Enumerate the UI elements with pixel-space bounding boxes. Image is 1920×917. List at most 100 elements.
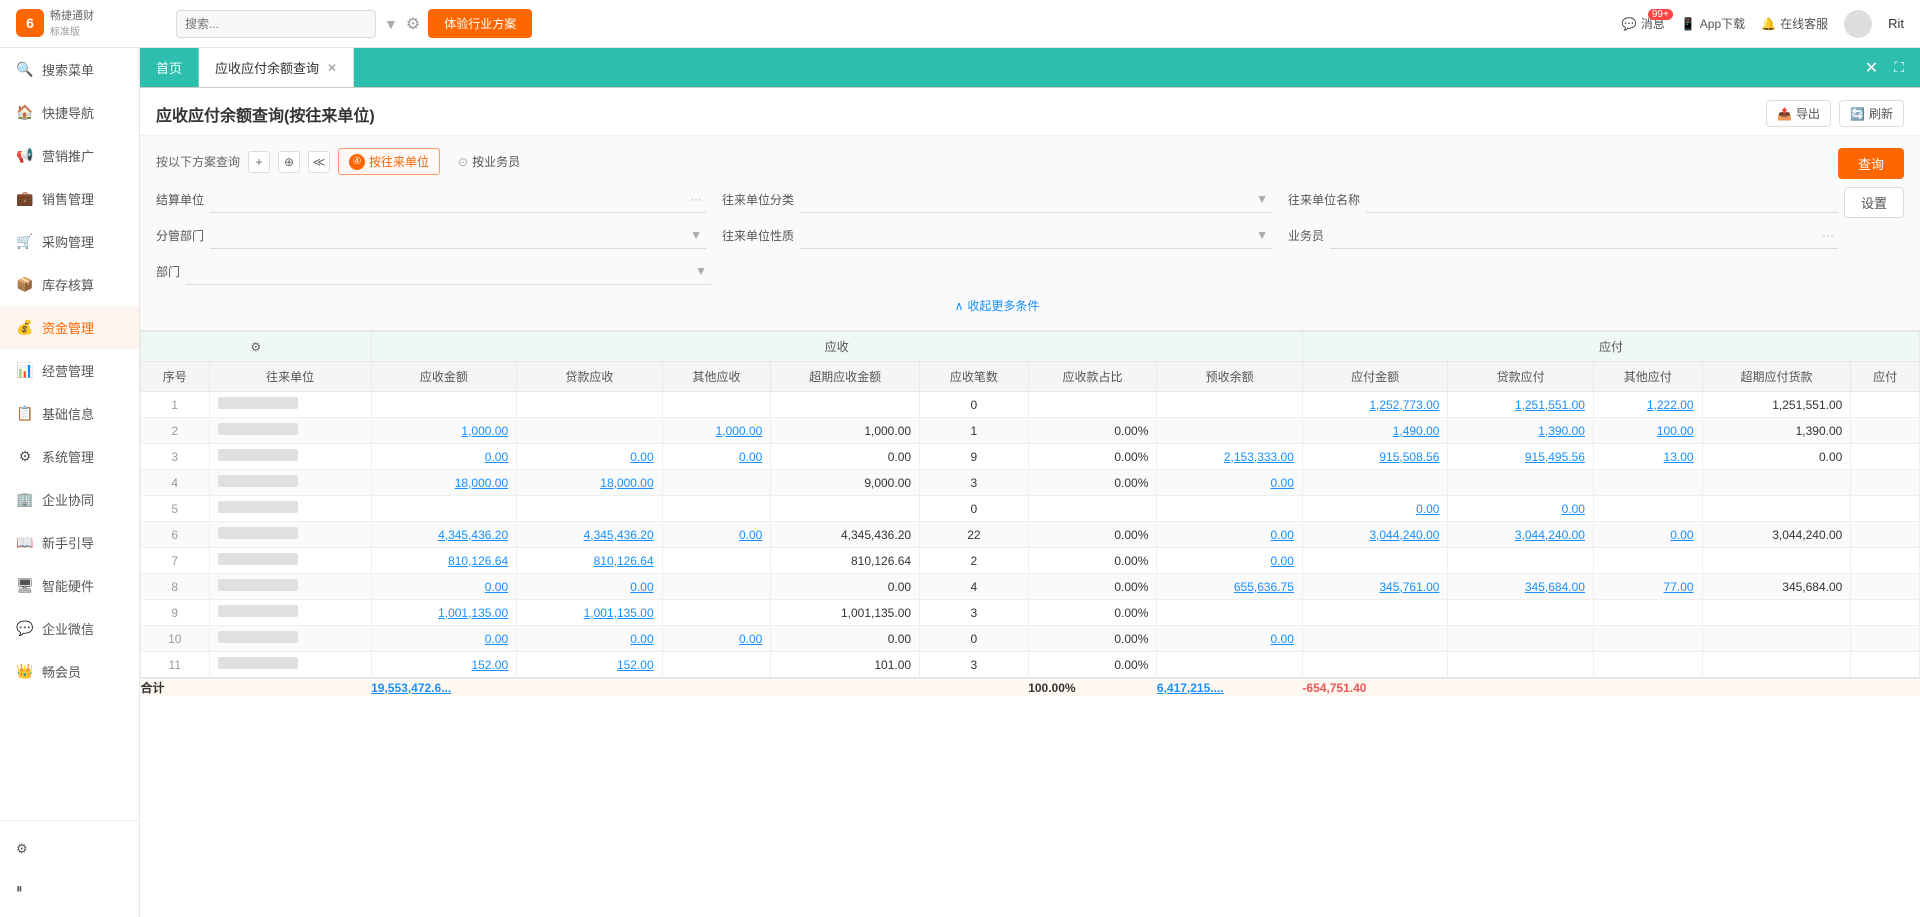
sidebar-item-system[interactable]: ⚙ 系统管理 <box>0 435 139 478</box>
filter-scheme-salesman[interactable]: ⊙ 按业务员 <box>448 149 530 174</box>
cell-value[interactable]: 0.00 <box>1271 554 1294 568</box>
cell-value[interactable]: 915,495.56 <box>1525 450 1585 464</box>
partner-category-input-wrapper[interactable]: ▼ <box>800 185 1272 213</box>
cell-value[interactable]: 2,153,333.00 <box>1224 450 1294 464</box>
dropdown-icon[interactable]: ▼ <box>384 16 398 32</box>
cell-value[interactable]: 915,508.56 <box>1379 450 1439 464</box>
cell-value[interactable]: 3,044,240.00 <box>1515 528 1585 542</box>
add-filter-button[interactable]: + <box>248 151 270 173</box>
cell-value[interactable]: 0.00 <box>485 450 508 464</box>
refresh-button[interactable]: 🔄 刷新 <box>1839 100 1904 127</box>
sidebar-item-member[interactable]: 👑 畅会员 <box>0 650 139 693</box>
filter-collapse-button[interactable]: ≪ <box>308 151 330 173</box>
cell-value[interactable]: 0.00 <box>1271 476 1294 490</box>
sidebar-item-hardware[interactable]: 🖥 智能硬件 <box>0 564 139 607</box>
dept-dropdown-icon[interactable]: ▼ <box>691 264 711 278</box>
sidebar-bottom-settings[interactable]: ⚙ <box>0 829 139 869</box>
sidebar-item-guide[interactable]: 📖 新手引导 <box>0 521 139 564</box>
cell-value[interactable]: 152.00 <box>617 658 654 672</box>
message-area[interactable]: 💬 消息 99+ <box>1622 15 1665 32</box>
cell-value[interactable]: 0.00 <box>630 632 653 646</box>
sidebar-item-search-menu[interactable]: 🔍 搜索菜单 <box>0 48 139 91</box>
dept-manager-dropdown-icon[interactable]: ▼ <box>686 228 706 242</box>
cell-value[interactable]: 77.00 <box>1664 580 1694 594</box>
tab-araps[interactable]: 应收应付余额查询 ✕ <box>199 48 354 87</box>
cell-value[interactable]: 0.00 <box>485 632 508 646</box>
partner-nature-input[interactable] <box>800 221 1252 249</box>
window-expand-icon[interactable]: ⛶ <box>1886 59 1912 76</box>
partner-nature-input-wrapper[interactable]: ▼ <box>800 221 1272 249</box>
sidebar-item-operation[interactable]: 📊 经营管理 <box>0 349 139 392</box>
filter-scheme-partner[interactable]: ④ 按往来单位 <box>338 148 440 175</box>
cell-value[interactable]: 18,000.00 <box>455 476 508 490</box>
online-service-area[interactable]: 🔔 在线客服 <box>1761 15 1828 32</box>
partner-category-dropdown-icon[interactable]: ▼ <box>1252 192 1272 206</box>
cell-value[interactable]: 1,001,135.00 <box>584 606 654 620</box>
cell-value[interactable]: 0.00 <box>1271 632 1294 646</box>
tab-home[interactable]: 首页 <box>140 48 199 87</box>
cell-value[interactable]: 13.00 <box>1664 450 1694 464</box>
cell-value[interactable]: 0.00 <box>1271 528 1294 542</box>
cell-value[interactable]: 1,390.00 <box>1538 424 1585 438</box>
app-download-area[interactable]: 📱 App下载 <box>1681 15 1745 32</box>
cell-value[interactable]: 0.00 <box>1670 528 1693 542</box>
footer-ar-amount[interactable]: 19,553,472.6... <box>371 678 517 696</box>
cell-value[interactable]: 0.00 <box>1562 502 1585 516</box>
sidebar-item-wechat[interactable]: 💬 企业微信 <box>0 607 139 650</box>
dept-input-wrapper[interactable]: ▼ <box>186 257 711 285</box>
sidebar-item-inventory[interactable]: 📦 库存核算 <box>0 263 139 306</box>
partner-category-input[interactable] <box>800 185 1252 213</box>
export-button[interactable]: 📤 导出 <box>1766 100 1831 127</box>
salesman-input-wrapper[interactable]: ··· <box>1330 221 1838 249</box>
cell-value[interactable]: 810,126.64 <box>594 554 654 568</box>
cell-value[interactable]: 4,345,436.20 <box>584 528 654 542</box>
cell-value[interactable]: 0.00 <box>630 450 653 464</box>
cell-value[interactable]: 1,222.00 <box>1647 398 1694 412</box>
sidebar-item-quick-nav[interactable]: 🏠 快捷导航 <box>0 91 139 134</box>
window-close-icon[interactable]: ✕ <box>1857 58 1886 78</box>
settlement-unit-input[interactable] <box>210 185 686 213</box>
sidebar-item-marketing[interactable]: 📢 营销推广 <box>0 134 139 177</box>
sidebar-item-basic[interactable]: 📋 基础信息 <box>0 392 139 435</box>
cell-value[interactable]: 0.00 <box>739 632 762 646</box>
sidebar-bottom-collapse[interactable]: ⏸ <box>0 869 139 909</box>
cell-value[interactable]: 3,044,240.00 <box>1369 528 1439 542</box>
cell-value[interactable]: 1,251,551.00 <box>1515 398 1585 412</box>
cell-value[interactable]: 4,345,436.20 <box>438 528 508 542</box>
cell-value[interactable]: 0.00 <box>739 450 762 464</box>
cell-value[interactable]: 0.00 <box>630 580 653 594</box>
settlement-unit-input-wrapper[interactable]: ··· <box>210 185 706 213</box>
cell-value[interactable]: 345,761.00 <box>1379 580 1439 594</box>
plan-button[interactable]: 体验行业方案 <box>428 9 532 38</box>
cell-value[interactable]: 0.00 <box>485 580 508 594</box>
user-avatar[interactable] <box>1844 10 1872 38</box>
query-button[interactable]: 查询 <box>1838 148 1904 179</box>
cell-value[interactable]: 1,000.00 <box>461 424 508 438</box>
dept-manager-input-wrapper[interactable]: ▼ <box>210 221 706 249</box>
dept-manager-input[interactable] <box>210 221 686 249</box>
settlement-unit-dots-icon[interactable]: ··· <box>686 192 706 206</box>
setting-button[interactable]: 设置 <box>1844 187 1904 218</box>
sidebar-item-finance[interactable]: 💰 资金管理 <box>0 306 139 349</box>
salesman-dots-icon[interactable]: ··· <box>1818 228 1838 242</box>
cell-value[interactable]: 152.00 <box>471 658 508 672</box>
tab-close-icon[interactable]: ✕ <box>327 61 337 75</box>
sidebar-item-purchase[interactable]: 🛒 采购管理 <box>0 220 139 263</box>
cell-value[interactable]: 345,684.00 <box>1525 580 1585 594</box>
cell-value[interactable]: 18,000.00 <box>600 476 653 490</box>
collapse-more-button[interactable]: ∧ 收起更多条件 <box>156 293 1838 318</box>
cell-value[interactable]: 0.00 <box>739 528 762 542</box>
cell-value[interactable]: 1,001,135.00 <box>438 606 508 620</box>
footer-prepay[interactable]: 6,417,215.... <box>1157 678 1303 696</box>
settings-icon[interactable]: ⚙ <box>406 14 420 34</box>
filter-settings-button[interactable]: ⊕ <box>278 151 300 173</box>
cell-value[interactable]: 1,490.00 <box>1393 424 1440 438</box>
cell-value[interactable]: 810,126.64 <box>448 554 508 568</box>
partner-nature-dropdown-icon[interactable]: ▼ <box>1252 228 1272 242</box>
partner-name-input[interactable] <box>1366 185 1838 213</box>
sidebar-item-sales[interactable]: 💼 销售管理 <box>0 177 139 220</box>
cell-value[interactable]: 655,636.75 <box>1234 580 1294 594</box>
dept-input[interactable] <box>186 257 691 285</box>
cell-value[interactable]: 0.00 <box>1416 502 1439 516</box>
sidebar-item-corp[interactable]: 🏢 企业协同 <box>0 478 139 521</box>
